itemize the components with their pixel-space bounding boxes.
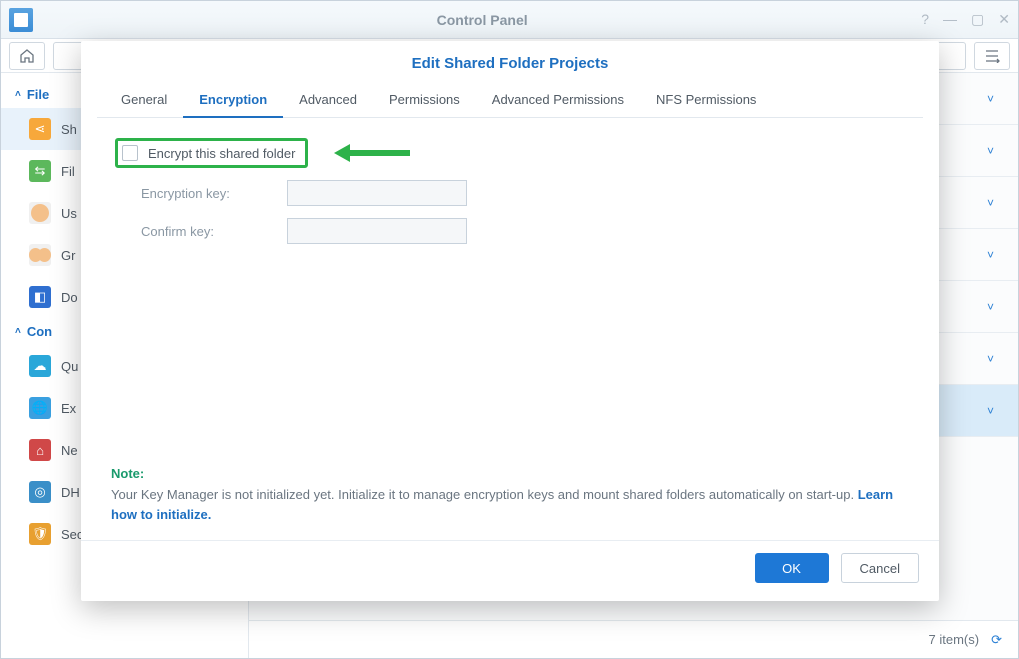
tab-general[interactable]: General	[105, 84, 183, 117]
tab-advanced-permissions[interactable]: Advanced Permissions	[476, 84, 640, 117]
sort-icon	[984, 49, 1000, 63]
chevron-down-icon: ˅	[987, 144, 994, 158]
network-icon: ⌂	[29, 439, 51, 461]
item-count: 7 item(s)	[929, 632, 980, 647]
edit-shared-folder-dialog: Edit Shared Folder Projects General Encr…	[81, 41, 939, 601]
close-icon[interactable]: ✕	[998, 11, 1010, 28]
sort-button[interactable]	[974, 42, 1010, 70]
refresh-icon[interactable]: ⟳	[991, 632, 1002, 648]
encrypt-checkbox[interactable]	[122, 145, 138, 161]
note-block: Note: Your Key Manager is not initialize…	[111, 464, 909, 525]
app-icon	[9, 8, 33, 32]
tab-advanced[interactable]: Advanced	[283, 84, 373, 117]
cancel-button[interactable]: Cancel	[841, 553, 919, 583]
maximize-icon[interactable]: ▢	[971, 11, 984, 28]
note-title: Note:	[111, 464, 909, 484]
status-bar: 7 item(s) ⟳	[249, 620, 1018, 658]
confirm-key-label: Confirm key:	[141, 224, 271, 239]
chevron-up-icon: ˄	[15, 326, 21, 337]
home-button[interactable]	[9, 42, 45, 70]
chevron-down-icon: ˅	[987, 352, 994, 366]
encryption-form: Encrypt this shared folder Encryption ke…	[81, 118, 939, 540]
chevron-down-icon: ˅	[987, 196, 994, 210]
tab-bar: General Encryption Advanced Permissions …	[97, 84, 923, 118]
dialog-footer: OK Cancel	[81, 540, 939, 601]
chevron-down-icon: ˅	[987, 300, 994, 314]
help-icon[interactable]: ?	[921, 11, 929, 28]
globe-icon: 🌐	[29, 397, 51, 419]
encrypt-label: Encrypt this shared folder	[148, 146, 295, 161]
note-text: Your Key Manager is not initialized yet.…	[111, 487, 854, 502]
confirm-key-input[interactable]	[287, 218, 467, 244]
dhcp-icon: ◎	[29, 481, 51, 503]
dialog-title: Edit Shared Folder Projects	[81, 41, 939, 84]
highlight-box: Encrypt this shared folder	[115, 138, 308, 168]
titlebar: Control Panel ? — ▢ ✕	[1, 1, 1018, 39]
minimize-icon[interactable]: —	[943, 11, 957, 28]
share-icon: ⋖	[29, 118, 51, 140]
tab-nfs-permissions[interactable]: NFS Permissions	[640, 84, 772, 117]
file-icon: ⇆	[29, 160, 51, 182]
ok-button[interactable]: OK	[755, 553, 829, 583]
tab-encryption[interactable]: Encryption	[183, 84, 283, 117]
chevron-down-icon: ˅	[987, 404, 994, 418]
arrow-annotation	[332, 141, 412, 165]
chevron-down-icon: ˅	[987, 248, 994, 262]
group-icon	[29, 244, 51, 266]
chevron-up-icon: ˄	[15, 89, 21, 100]
encryption-key-input[interactable]	[287, 180, 467, 206]
chevron-down-icon: ˅	[987, 92, 994, 106]
window-title: Control Panel	[43, 12, 921, 28]
shield-icon: 🛡	[29, 523, 51, 545]
cloud-icon: ☁	[29, 355, 51, 377]
control-panel-window: Control Panel ? — ▢ ✕ ˄ File ⋖ Sh	[0, 0, 1019, 659]
encryption-key-label: Encryption key:	[141, 186, 271, 201]
home-icon	[19, 48, 35, 64]
user-icon	[29, 202, 51, 224]
domain-icon: ◧	[29, 286, 51, 308]
tab-permissions[interactable]: Permissions	[373, 84, 476, 117]
